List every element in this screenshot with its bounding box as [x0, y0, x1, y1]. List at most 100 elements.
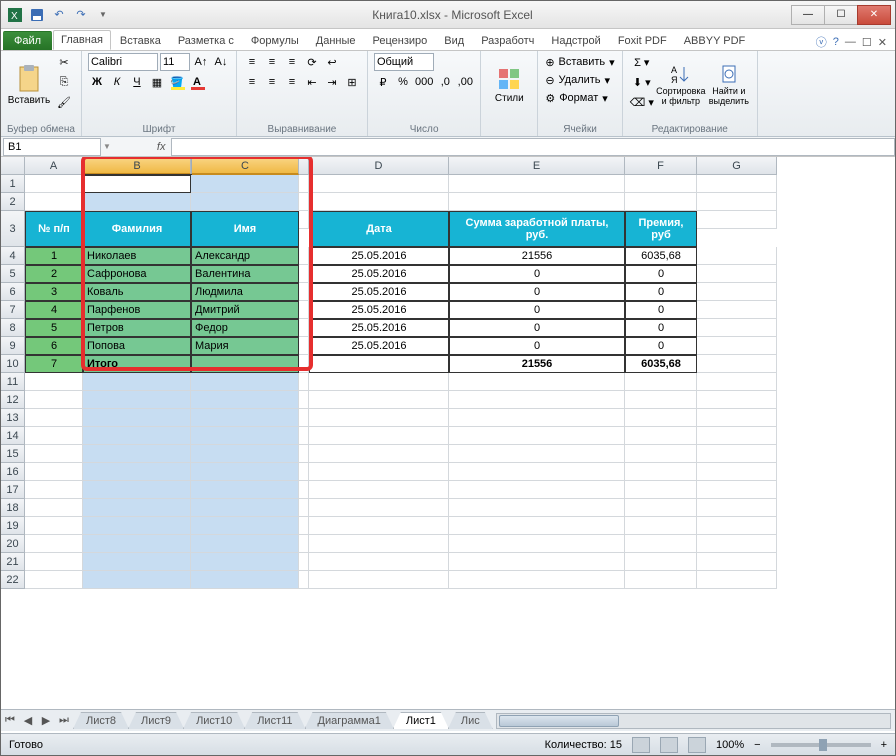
cell-r13c6[interactable]: [625, 409, 697, 427]
total-cell-c7[interactable]: [697, 355, 777, 373]
row-header-6[interactable]: 6: [1, 283, 25, 301]
data-cell-r8c4[interactable]: 25.05.2016: [309, 319, 449, 337]
cell-r22c4[interactable]: [309, 571, 449, 589]
row-header-15[interactable]: 15: [1, 445, 25, 463]
insert-cells-button[interactable]: ⊕ Вставить ▾: [544, 53, 615, 71]
data-cell-r7c7[interactable]: [697, 301, 777, 319]
sheet-next-icon[interactable]: ▶: [37, 712, 55, 730]
format-cells-button[interactable]: ⚙ Формат ▾: [544, 89, 608, 107]
cell-r15c5[interactable]: [449, 445, 625, 463]
data-cell-r9c0[interactable]: 6: [25, 337, 83, 355]
cell-r19c7[interactable]: [697, 517, 777, 535]
data-cell-r7c0[interactable]: 4: [25, 301, 83, 319]
align-left-icon[interactable]: ≡: [243, 73, 261, 91]
cell-r20c0[interactable]: [25, 535, 83, 553]
clear-icon[interactable]: ⌫ ▾: [629, 93, 655, 111]
select-all-corner[interactable]: [1, 157, 25, 175]
zoom-slider[interactable]: [771, 743, 871, 747]
wrap-text-icon[interactable]: ↩: [323, 53, 341, 71]
tab-home[interactable]: Главная: [53, 30, 111, 50]
cell-r13c2[interactable]: [191, 409, 299, 427]
sheet-tab-Лист11[interactable]: Лист11: [244, 712, 305, 729]
cell-r18c4[interactable]: [309, 499, 449, 517]
spreadsheet-grid[interactable]: ABCDEFG 12345678910111213141516171819202…: [1, 157, 895, 717]
cell-r1c1[interactable]: [83, 175, 191, 193]
data-cell-r6c3[interactable]: [299, 283, 309, 301]
fill-icon[interactable]: ⬇ ▾: [629, 73, 655, 91]
cell-r15c7[interactable]: [697, 445, 777, 463]
total-cell-c5[interactable]: 21556: [449, 355, 625, 373]
autosum-icon[interactable]: Σ ▾: [629, 53, 655, 71]
cell-r21c7[interactable]: [697, 553, 777, 571]
data-cell-r8c7[interactable]: [697, 319, 777, 337]
cell-r11c7[interactable]: [697, 373, 777, 391]
cell-r19c2[interactable]: [191, 517, 299, 535]
cell-r21c5[interactable]: [449, 553, 625, 571]
col-header-B[interactable]: B: [83, 157, 191, 175]
indent-dec-icon[interactable]: ⇤: [303, 73, 321, 91]
cell-r13c5[interactable]: [449, 409, 625, 427]
cell-r19c0[interactable]: [25, 517, 83, 535]
total-cell-c0[interactable]: 7: [25, 355, 83, 373]
row-header-3[interactable]: 3: [1, 211, 25, 247]
cell-r2c2[interactable]: [191, 193, 299, 211]
total-cell-c1[interactable]: Итого: [83, 355, 191, 373]
cell-r14c6[interactable]: [625, 427, 697, 445]
data-cell-r6c5[interactable]: 0: [449, 283, 625, 301]
row-header-1[interactable]: 1: [1, 175, 25, 193]
data-cell-r5c2[interactable]: Валентина: [191, 265, 299, 283]
indent-inc-icon[interactable]: ⇥: [323, 73, 341, 91]
tab-foxit[interactable]: Foxit PDF: [610, 31, 675, 50]
cell-r2c4[interactable]: [309, 193, 449, 211]
total-cell-c2[interactable]: [191, 355, 299, 373]
cell-r2c0[interactable]: [25, 193, 83, 211]
cell-r19c3[interactable]: [299, 517, 309, 535]
save-icon[interactable]: [27, 5, 47, 25]
data-cell-r9c7[interactable]: [697, 337, 777, 355]
row-header-16[interactable]: 16: [1, 463, 25, 481]
cell-r11c2[interactable]: [191, 373, 299, 391]
data-cell-r4c7[interactable]: [697, 247, 777, 265]
cell-r21c3[interactable]: [299, 553, 309, 571]
sheet-tab-Лист8[interactable]: Лист8: [73, 712, 129, 729]
header-cell[interactable]: Сумма заработной платы, руб.: [449, 211, 625, 247]
cell-r16c4[interactable]: [309, 463, 449, 481]
cell-r12c1[interactable]: [83, 391, 191, 409]
cell-r11c1[interactable]: [83, 373, 191, 391]
data-cell-r4c4[interactable]: 25.05.2016: [309, 247, 449, 265]
cell-r20c1[interactable]: [83, 535, 191, 553]
align-bottom-icon[interactable]: ≡: [283, 53, 301, 71]
cell-r13c1[interactable]: [83, 409, 191, 427]
cell-r18c2[interactable]: [191, 499, 299, 517]
total-cell-c4[interactable]: [309, 355, 449, 373]
border-icon[interactable]: ▦: [148, 73, 166, 91]
data-cell-r8c5[interactable]: 0: [449, 319, 625, 337]
data-cell-r8c1[interactable]: Петров: [83, 319, 191, 337]
data-cell-r9c5[interactable]: 0: [449, 337, 625, 355]
row-header-21[interactable]: 21: [1, 553, 25, 571]
cell-r21c6[interactable]: [625, 553, 697, 571]
zoom-in-icon[interactable]: +: [881, 739, 887, 751]
data-cell-r9c1[interactable]: Попова: [83, 337, 191, 355]
format-painter-icon[interactable]: 🖌: [55, 93, 73, 111]
qat-dropdown-icon[interactable]: ▼: [93, 5, 113, 25]
data-cell-r7c5[interactable]: 0: [449, 301, 625, 319]
currency-icon[interactable]: ₽: [374, 73, 392, 91]
col-header-E[interactable]: E: [449, 157, 625, 175]
cell-r11c0[interactable]: [25, 373, 83, 391]
cell-r18c1[interactable]: [83, 499, 191, 517]
sheet-tab-Лист10[interactable]: Лист10: [183, 712, 245, 729]
tab-insert[interactable]: Вставка: [112, 31, 169, 50]
data-cell-r7c2[interactable]: Дмитрий: [191, 301, 299, 319]
cell-r17c4[interactable]: [309, 481, 449, 499]
cell-r13c3[interactable]: [299, 409, 309, 427]
cell-r13c4[interactable]: [309, 409, 449, 427]
header-cell[interactable]: Премия, руб: [625, 211, 697, 247]
cell-r15c4[interactable]: [309, 445, 449, 463]
tab-developer[interactable]: Разработч: [473, 31, 542, 50]
mdi-close-icon[interactable]: ✕: [878, 36, 887, 49]
data-cell-r9c4[interactable]: 25.05.2016: [309, 337, 449, 355]
data-cell-r4c0[interactable]: 1: [25, 247, 83, 265]
cell-r20c7[interactable]: [697, 535, 777, 553]
cell-r14c3[interactable]: [299, 427, 309, 445]
